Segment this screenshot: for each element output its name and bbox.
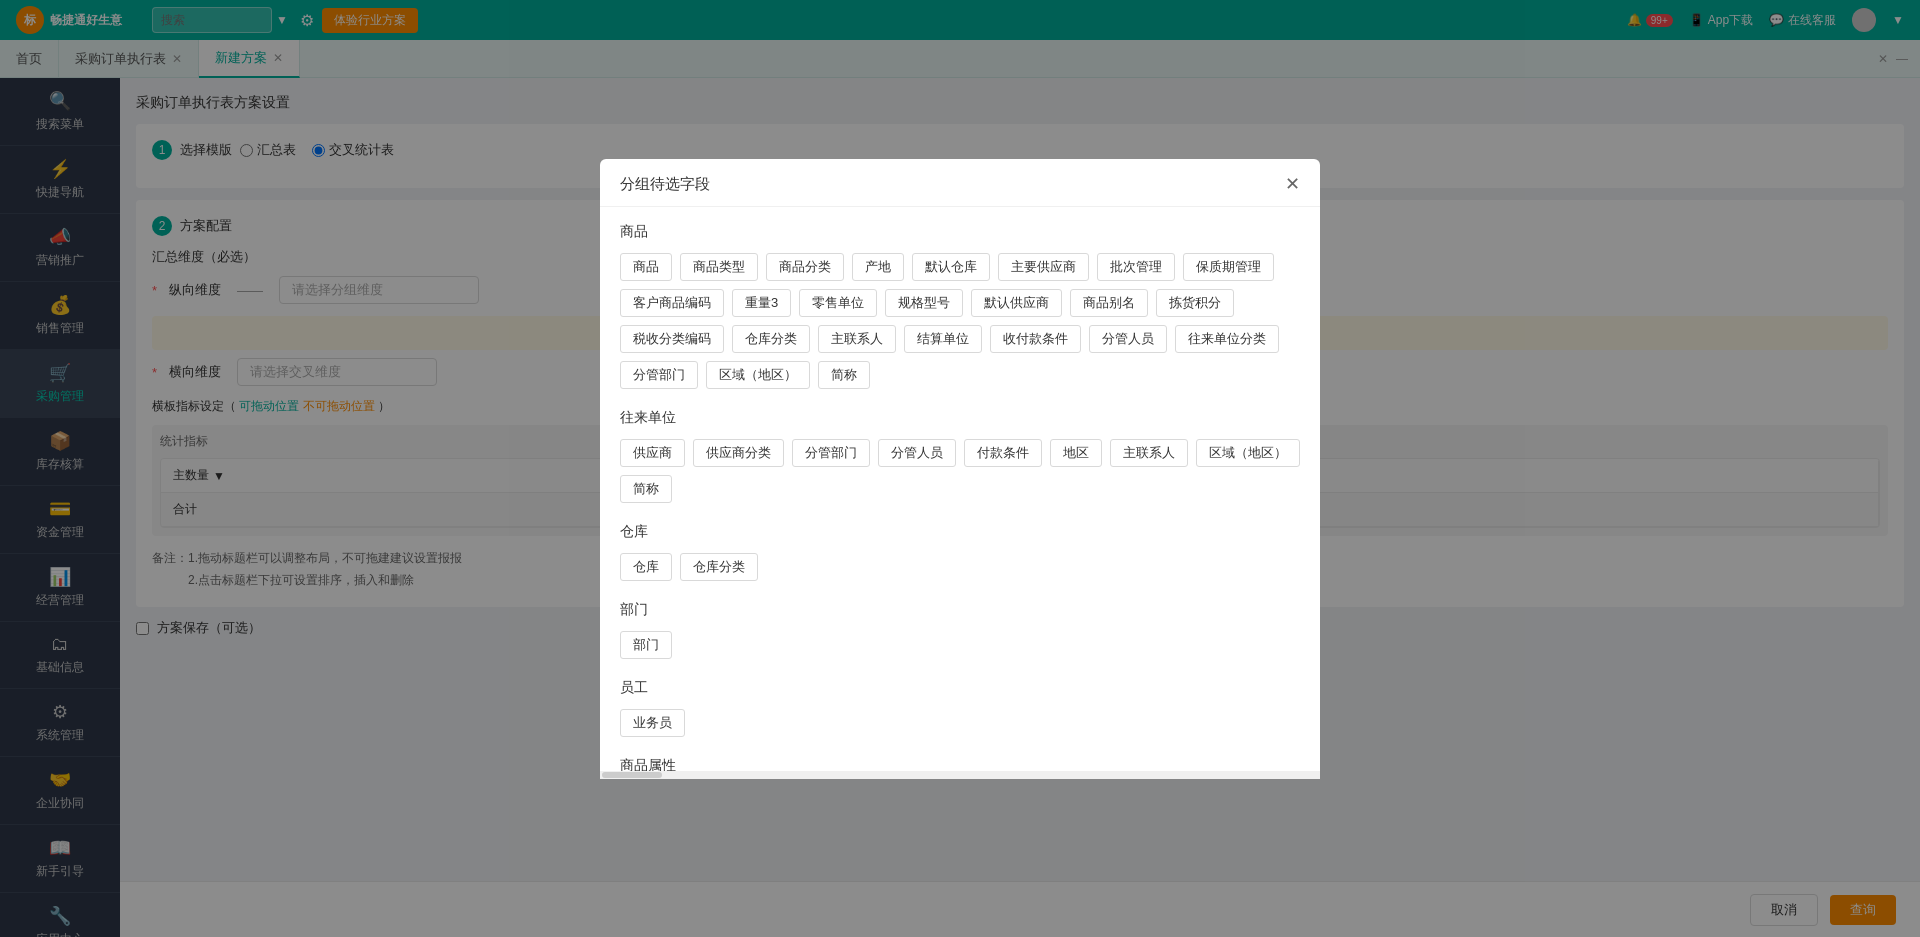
field-tag[interactable]: 默认供应商 <box>971 289 1062 317</box>
field-section-往来单位: 往来单位供应商供应商分类分管部门分管人员付款条件地区主联系人区域（地区） 简称 <box>620 409 1300 503</box>
field-tag[interactable]: 拣货积分 <box>1156 289 1234 317</box>
field-tag[interactable]: 主联系人 <box>1110 439 1188 467</box>
field-tag[interactable]: 商品分类 <box>766 253 844 281</box>
field-tag[interactable]: 供应商分类 <box>693 439 784 467</box>
field-tag[interactable]: 付款条件 <box>964 439 1042 467</box>
field-tag[interactable]: 业务员 <box>620 709 685 737</box>
field-tag[interactable]: 重量3 <box>732 289 791 317</box>
field-tag[interactable]: 默认仓库 <box>912 253 990 281</box>
field-section-title-仓库: 仓库 <box>620 523 1300 541</box>
field-tag[interactable]: 主要供应商 <box>998 253 1089 281</box>
field-tag[interactable]: 地区 <box>1050 439 1102 467</box>
modal-body: 商品商品商品类型商品分类产地默认仓库主要供应商批次管理保质期管理客户商品编码重量… <box>600 207 1320 771</box>
field-tag[interactable]: 商品别名 <box>1070 289 1148 317</box>
field-tag[interactable]: 零售单位 <box>799 289 877 317</box>
field-tags-往来单位: 供应商供应商分类分管部门分管人员付款条件地区主联系人区域（地区） 简称 <box>620 439 1300 503</box>
field-tags-部门: 部门 <box>620 631 1300 659</box>
field-tag[interactable]: 仓库分类 <box>680 553 758 581</box>
field-tag[interactable]: 部门 <box>620 631 672 659</box>
field-tag[interactable]: 分管人员 <box>878 439 956 467</box>
field-section-title-商品属性: 商品属性 <box>620 757 1300 771</box>
field-tag[interactable]: 简称 <box>620 475 672 503</box>
field-tag[interactable]: 分管人员 <box>1089 325 1167 353</box>
field-section-title-员工: 员工 <box>620 679 1300 697</box>
modal: 分组待选字段 ✕ 商品商品商品类型商品分类产地默认仓库主要供应商批次管理保质期管… <box>600 159 1320 779</box>
field-tag[interactable]: 分管部门 <box>792 439 870 467</box>
field-tag[interactable]: 区域（地区） <box>706 361 810 389</box>
modal-scrollbar-thumb <box>602 772 662 778</box>
field-section-员工: 员工业务员 <box>620 679 1300 737</box>
field-section-title-商品: 商品 <box>620 223 1300 241</box>
modal-overlay[interactable]: 分组待选字段 ✕ 商品商品商品类型商品分类产地默认仓库主要供应商批次管理保质期管… <box>0 0 1920 937</box>
field-tag[interactable]: 规格型号 <box>885 289 963 317</box>
field-tag[interactable]: 批次管理 <box>1097 253 1175 281</box>
field-section-title-部门: 部门 <box>620 601 1300 619</box>
modal-header: 分组待选字段 ✕ <box>600 159 1320 207</box>
field-tag[interactable]: 税收分类编码 <box>620 325 724 353</box>
field-section-仓库: 仓库仓库仓库分类 <box>620 523 1300 581</box>
field-section-商品: 商品商品商品类型商品分类产地默认仓库主要供应商批次管理保质期管理客户商品编码重量… <box>620 223 1300 389</box>
modal-horizontal-scrollbar[interactable] <box>600 771 1320 779</box>
field-tag[interactable]: 简称 <box>818 361 870 389</box>
field-tag[interactable]: 保质期管理 <box>1183 253 1274 281</box>
field-section-部门: 部门部门 <box>620 601 1300 659</box>
field-tag[interactable]: 客户商品编码 <box>620 289 724 317</box>
field-section-title-往来单位: 往来单位 <box>620 409 1300 427</box>
field-tag[interactable]: 区域（地区） <box>1196 439 1300 467</box>
field-tag[interactable]: 商品 <box>620 253 672 281</box>
field-section-商品属性: 商品属性属性颜色多规格尺码鞋码1 <box>620 757 1300 771</box>
field-tag[interactable]: 供应商 <box>620 439 685 467</box>
field-tag[interactable]: 主联系人 <box>818 325 896 353</box>
field-tag[interactable]: 商品类型 <box>680 253 758 281</box>
field-tag[interactable]: 分管部门 <box>620 361 698 389</box>
field-tag[interactable]: 收付款条件 <box>990 325 1081 353</box>
field-tags-仓库: 仓库仓库分类 <box>620 553 1300 581</box>
field-tags-员工: 业务员 <box>620 709 1300 737</box>
modal-title: 分组待选字段 <box>620 175 710 194</box>
field-tag[interactable]: 仓库分类 <box>732 325 810 353</box>
modal-close-button[interactable]: ✕ <box>1285 175 1300 193</box>
field-tag[interactable]: 往来单位分类 <box>1175 325 1279 353</box>
field-tag[interactable]: 产地 <box>852 253 904 281</box>
field-tags-商品: 商品商品类型商品分类产地默认仓库主要供应商批次管理保质期管理客户商品编码重量3 零… <box>620 253 1300 389</box>
field-tag[interactable]: 结算单位 <box>904 325 982 353</box>
field-tag[interactable]: 仓库 <box>620 553 672 581</box>
